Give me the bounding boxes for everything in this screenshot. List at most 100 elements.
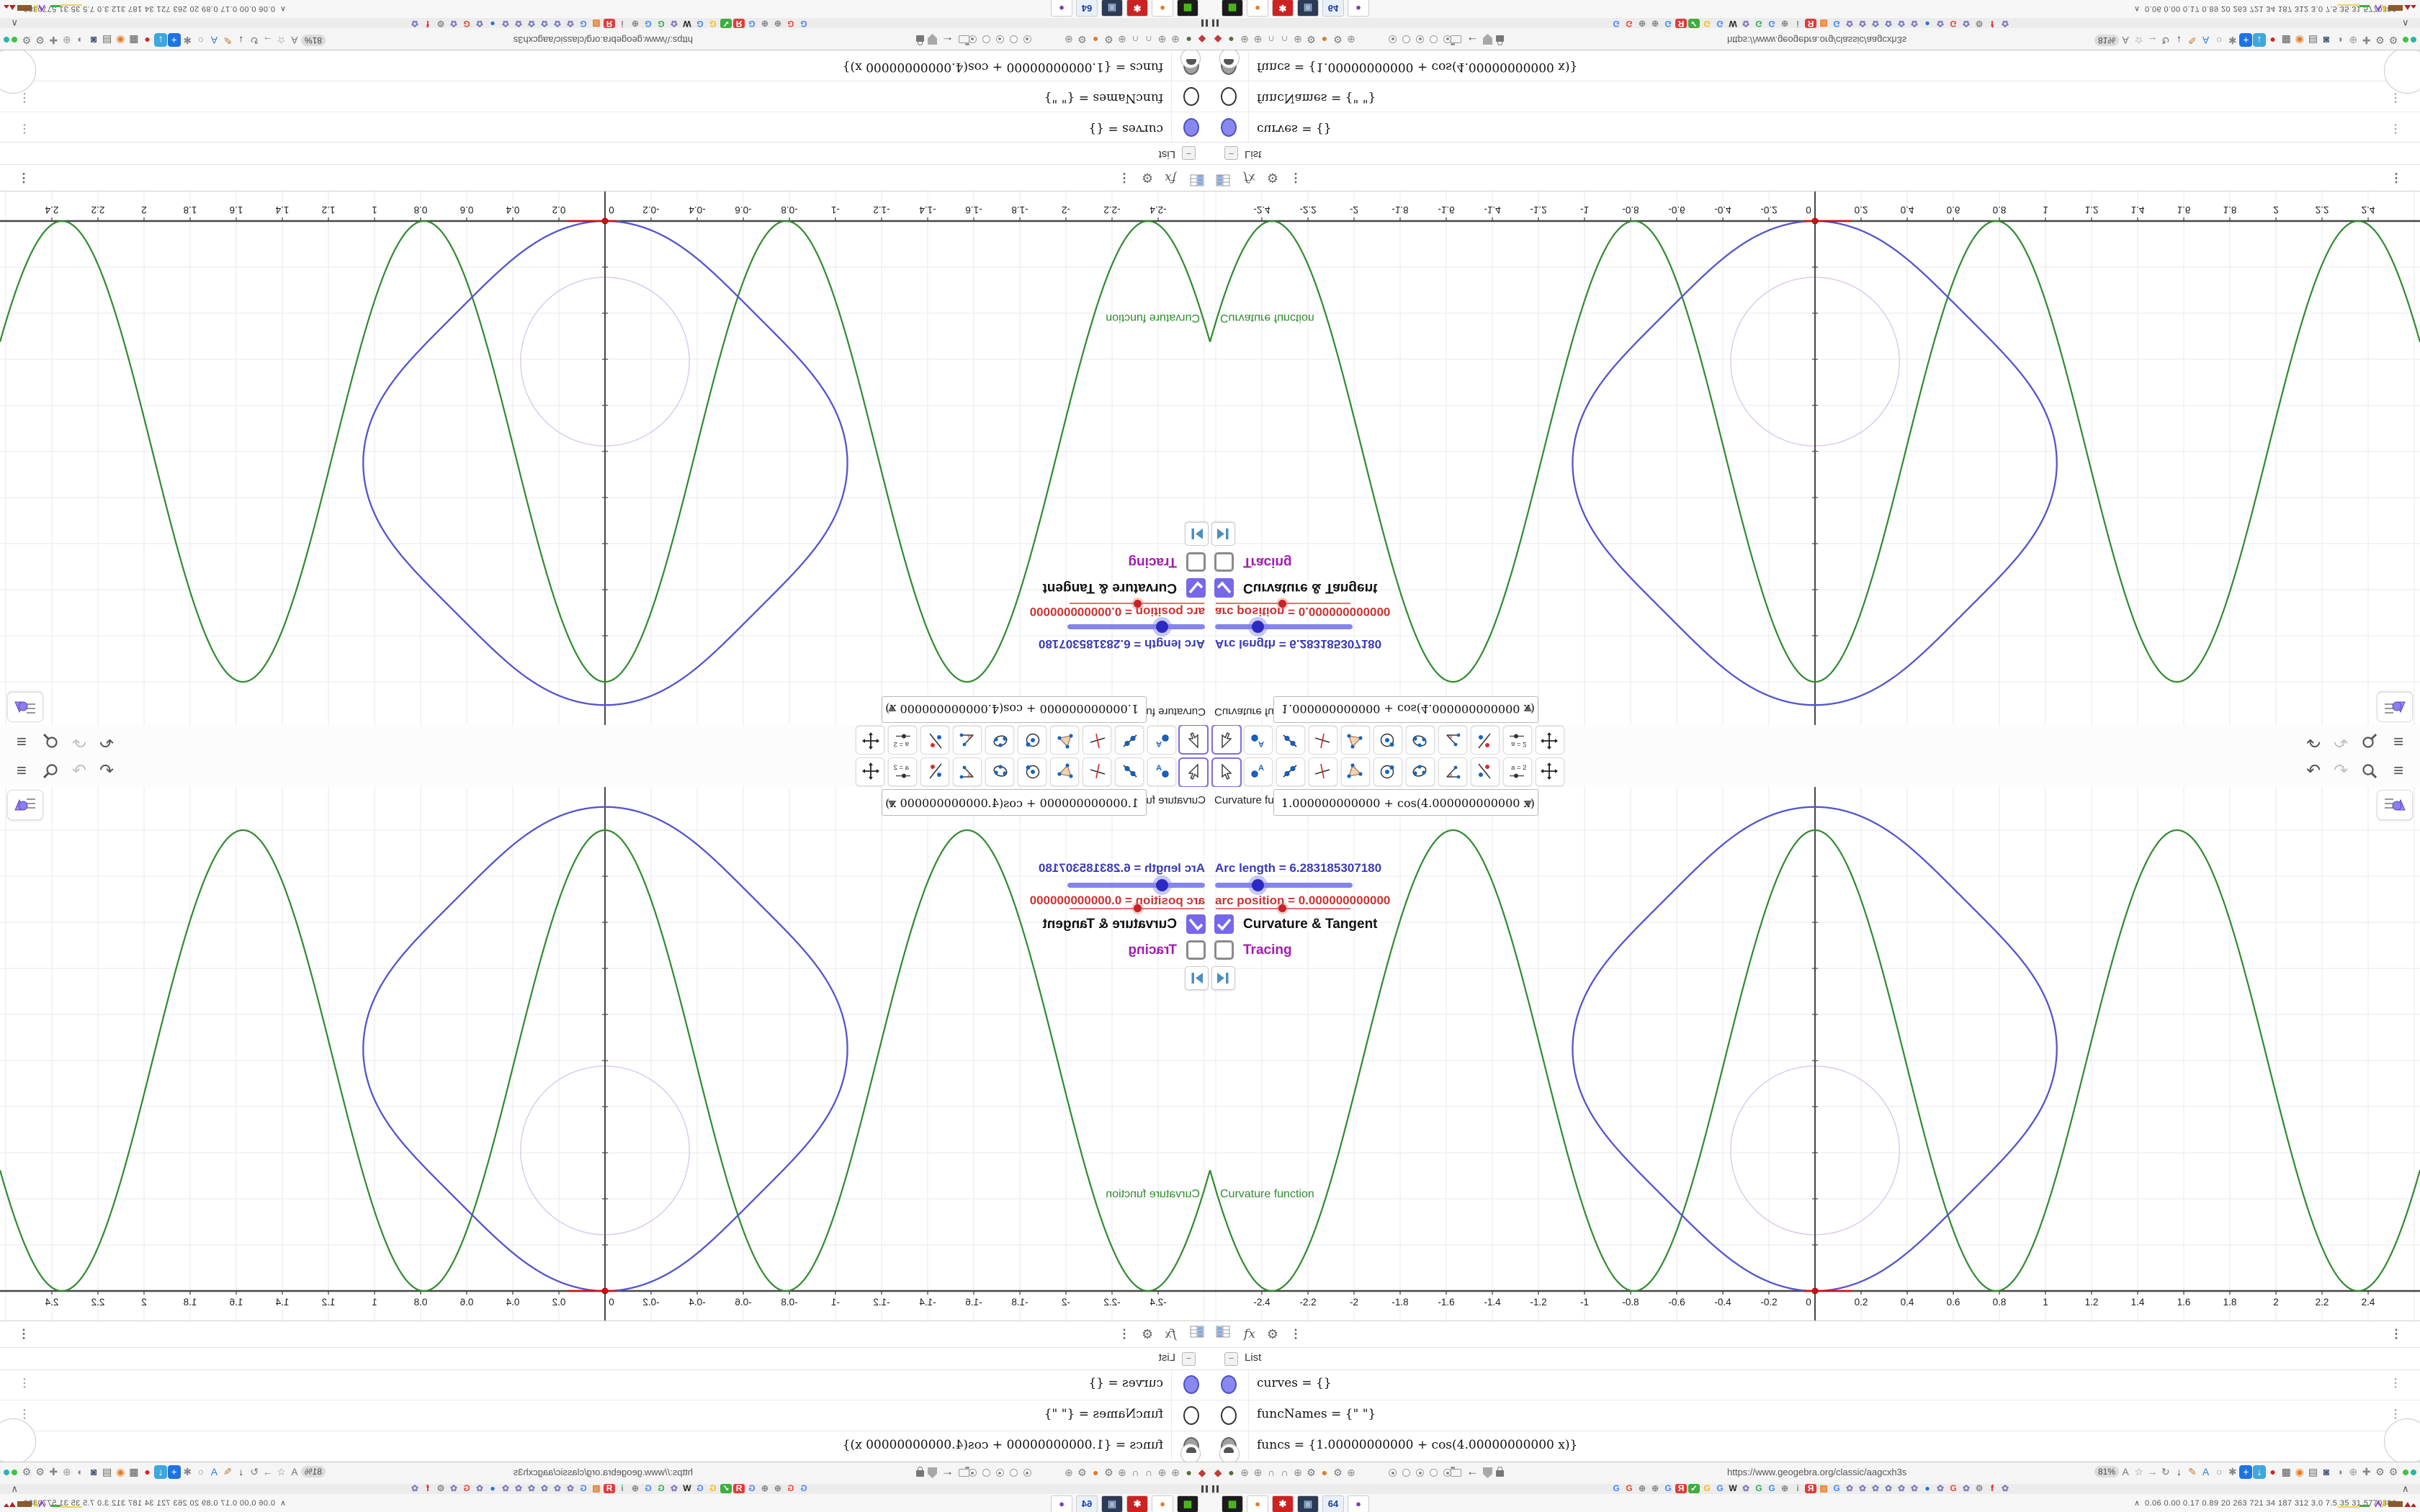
shield-icon[interactable] (1483, 1467, 1492, 1478)
action-icon-12[interactable]: ▦ (127, 1465, 140, 1479)
extension-icon-10[interactable]: ⊕ (1062, 33, 1075, 46)
action-icon-8[interactable]: ✱ (2226, 1465, 2239, 1479)
graphics-view[interactable]: -2.4 -2.2 -2 -1.8 -1.6 -1.4 -1.2 -1 -0.8 -0.6 -0.4… (1210, 787, 2420, 1320)
tab-favicon-25[interactable]: ✿ (1935, 1484, 1946, 1493)
action-icon-16[interactable]: ◑ (2334, 1465, 2347, 1479)
action-icon-5[interactable]: ✎ (221, 33, 234, 47)
search-button[interactable] (2358, 729, 2381, 752)
action-icon-1[interactable]: ☆ (274, 1465, 287, 1479)
arc-length-slider-handle[interactable] (1156, 879, 1168, 891)
extension-icon-0[interactable]: ◆ (1196, 1466, 1209, 1479)
action-icon-11[interactable]: ● (140, 1465, 153, 1479)
undo-button[interactable]: ↶ (95, 760, 118, 783)
tab-favicon-9[interactable]: W (681, 19, 693, 29)
action-icon-20[interactable]: ⚙ (20, 33, 33, 47)
algebra-row-curves[interactable]: curves = {} ⋮ (0, 1369, 1210, 1400)
algebra-row-curves[interactable]: curves = {} ⋮ (1210, 1369, 2420, 1400)
tab-favicon-11[interactable]: G (655, 19, 667, 29)
arc-length-slider-handle[interactable] (1252, 879, 1264, 891)
action-icon-19[interactable]: ⚙ (2373, 33, 2386, 47)
tab-favicon-14[interactable]: i (1792, 1484, 1803, 1493)
taskbar-app-2[interactable]: ✱ (1272, 0, 1294, 17)
extension-icon-3[interactable]: ⊕ (1252, 33, 1265, 46)
skip-to-end-button[interactable] (1185, 966, 1209, 990)
taskbar-app-1[interactable]: ● (1152, 0, 1173, 17)
tab-favicon-29[interactable]: f (1986, 19, 1998, 29)
tab-favicon-10[interactable]: ✿ (1740, 19, 1752, 29)
tab-favicon-25[interactable]: ✿ (474, 1483, 485, 1493)
tool-move-graphics-view[interactable] (1536, 726, 1564, 755)
tool-move[interactable] (1178, 757, 1209, 788)
row-kebab-icon[interactable]: ⋮ (2390, 1376, 2401, 1390)
tab-favicon-19[interactable]: ✿ (552, 1483, 563, 1493)
action-icon-4[interactable]: ↓ (2172, 1465, 2185, 1479)
menu-button[interactable]: ≡ (10, 729, 33, 752)
algebra-row-funcnames[interactable]: funcNames = {" "} ⋮ (1210, 1400, 2420, 1431)
kebab-icon[interactable]: ⋮ (1286, 169, 1305, 186)
tab-favicon-30[interactable]: ✿ (409, 19, 421, 29)
algebra-row-funcnames[interactable]: funcNames = {" "} ⋮ (0, 81, 1210, 112)
taskbar-app-0[interactable]: ▦ (1177, 1495, 1198, 1512)
tool-angle[interactable] (953, 757, 982, 786)
action-icon-7[interactable]: ○ (2213, 1465, 2226, 1479)
tab-favicon-28[interactable]: ⚙ (1973, 19, 1985, 29)
collapse-button[interactable]: − (1182, 146, 1196, 160)
extension-icon-7[interactable]: ⚙ (1305, 33, 1318, 46)
taskbar-app-4[interactable]: 64 (1322, 1495, 1344, 1512)
tab-favicon-22[interactable]: ✿ (1896, 1484, 1907, 1493)
skip-to-end-button[interactable] (1185, 522, 1209, 546)
arc-position-slider-handle[interactable] (1278, 904, 1286, 912)
tool-move[interactable] (1211, 724, 1242, 755)
folder-icon[interactable] (1451, 1467, 1461, 1477)
tab-favicon-27[interactable]: ✿ (1960, 1484, 1972, 1493)
tab-favicon-13[interactable]: ⊕ (1779, 1484, 1791, 1493)
tool-move[interactable] (1178, 724, 1209, 755)
tab-scroll-caret-icon[interactable]: ∧ (2402, 1483, 2409, 1495)
taskbar-app-0[interactable]: ▦ (1222, 1495, 1243, 1512)
tab-favicon-28[interactable]: ⚙ (1973, 1484, 1985, 1493)
address-bar-url[interactable]: https://www.geogebra.org/classic/aagcxh3… (1727, 35, 1906, 45)
tab-favicon-4[interactable]: G (1662, 1484, 1674, 1493)
extension-icon-7[interactable]: ⚙ (1103, 1466, 1116, 1479)
back-arrow-icon[interactable]: ← (1466, 1464, 1479, 1479)
action-icon-2[interactable]: → (2146, 1465, 2159, 1479)
tab-favicon-24[interactable]: ● (487, 19, 498, 29)
extension-icon-4[interactable]: ∩ (1142, 1466, 1155, 1479)
tab-favicon-11[interactable]: G (1753, 1484, 1765, 1493)
function-input[interactable]: 1.000000000000 + cos(4.000000000000 x) ▼ (882, 696, 1147, 723)
tab-favicon-17[interactable]: G (578, 1483, 589, 1493)
taskbar-app-3[interactable]: ▣ (1297, 1495, 1319, 1512)
dropdown-caret-icon[interactable]: ▼ (888, 790, 894, 816)
graphics-view[interactable]: -2.4 -2.2 -2 -1.8 -1.6 -1.4 -1.2 -1 -0.8 -0.6 -0.4… (0, 787, 1210, 1320)
row-kebab-icon[interactable]: ⋮ (19, 1376, 30, 1390)
tab-favicon-8[interactable]: G (694, 19, 706, 29)
extension-icon-1[interactable]: ● (1225, 33, 1238, 46)
page-zoom-badge[interactable]: 81% (2094, 35, 2120, 46)
action-icon-10[interactable]: ↓ (2253, 1465, 2266, 1479)
tab-scroll-caret-icon[interactable]: ∧ (11, 17, 18, 29)
tab-favicon-3[interactable]: ⊕ (1649, 1484, 1661, 1493)
action-icon-17[interactable]: ⊕ (60, 33, 73, 47)
tab-favicon-27[interactable]: ✿ (1960, 19, 1972, 29)
algebra-row-funcs[interactable]: funcs = {1.00000000000 + cos(4.000000000… (1210, 1431, 2420, 1462)
action-icon-5[interactable]: ✎ (2186, 33, 2199, 47)
folder-icon[interactable] (959, 35, 969, 43)
action-icon-6[interactable]: A (207, 1465, 220, 1479)
tab-favicon-2[interactable]: ⊕ (1636, 19, 1648, 29)
action-icon-5[interactable]: ✎ (2186, 1465, 2199, 1479)
action-icon-9[interactable]: + (167, 33, 181, 47)
tool-angle[interactable] (953, 726, 982, 755)
tool-circle[interactable] (1018, 726, 1047, 755)
tab-favicon-15[interactable]: Я (1805, 19, 1816, 29)
action-icon-9[interactable]: + (2239, 1465, 2253, 1479)
tab-favicon-20[interactable]: ✿ (1870, 19, 1881, 29)
action-icon-14[interactable]: ▤ (2306, 1465, 2319, 1479)
tab-favicon-5[interactable]: Я (733, 19, 745, 29)
tab-favicon-0[interactable]: G (798, 19, 810, 29)
tab-favicon-22[interactable]: ✿ (513, 1483, 524, 1493)
action-icon-14[interactable]: ▤ (2306, 33, 2319, 47)
tab-favicon-15[interactable]: Я (604, 1483, 615, 1493)
table-values-icon[interactable] (1214, 1326, 1232, 1343)
address-bar-url[interactable]: https://www.geogebra.org/classic/aagcxh3… (514, 35, 693, 45)
stylebar-right-kebab-icon[interactable]: ⋮ (2387, 169, 2406, 186)
